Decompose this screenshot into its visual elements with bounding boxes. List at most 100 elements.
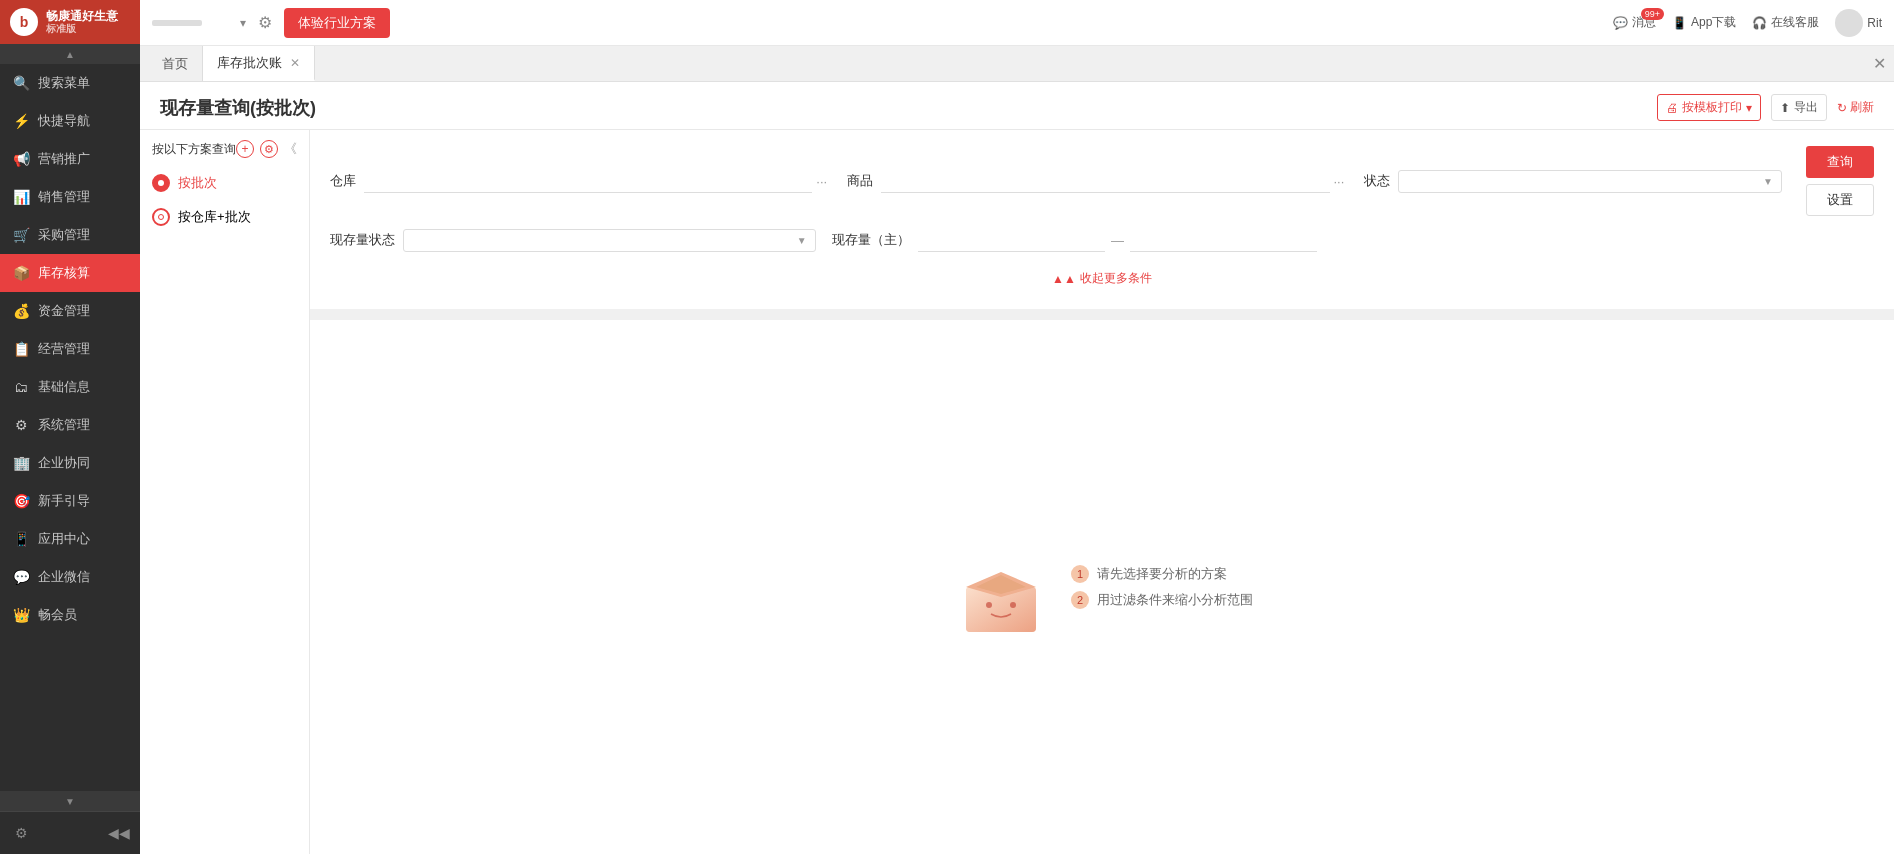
scheme-radio-filled	[152, 174, 170, 192]
tab-close-button[interactable]: ✕	[290, 56, 300, 70]
sidebar-item-label: 基础信息	[38, 378, 90, 396]
collapse-sidebar-button[interactable]: ◀◀	[106, 820, 132, 846]
sidebar-item-operations[interactable]: 📋 经营管理	[0, 330, 140, 368]
tabs-bar: 首页 库存批次账 ✕ ✕	[140, 46, 1894, 82]
sidebar-nav: 🔍 搜索菜单 ⚡ 快捷导航 📢 营销推广 📊 销售管理 🛒 采购管理 📦 库存核…	[0, 64, 140, 791]
export-button[interactable]: ⬆ 导出	[1771, 94, 1827, 121]
left-panel-title: 按以下方案查询	[152, 141, 236, 158]
sidebar-item-label: 新手引导	[38, 492, 90, 510]
sidebar-item-system[interactable]: ⚙ 系统管理	[0, 406, 140, 444]
product-dots-button[interactable]: ···	[1330, 170, 1349, 193]
filter-row-1: 仓库 ··· 商品 ··· 状态 ▼	[330, 146, 1874, 216]
sidebar: b 畅康通好生意 标准版 ▲ 🔍 搜索菜单 ⚡ 快捷导航 📢 营销推广 📊 销售…	[0, 0, 140, 854]
sidebar-item-quick-nav[interactable]: ⚡ 快捷导航	[0, 102, 140, 140]
sidebar-item-label: 营销推广	[38, 150, 90, 168]
trial-industry-button[interactable]: 体验行业方案	[284, 8, 390, 38]
topbar: ▾ ⚙ 体验行业方案 💬 消息 99+ 📱 App下载 🎧 在线客服 Rit	[140, 0, 1894, 46]
stock-qty-range: —	[918, 228, 1318, 252]
left-panel-icons: + ⚙ 《	[236, 140, 297, 158]
finance-icon: 💰	[12, 302, 30, 320]
svg-point-4	[986, 602, 992, 608]
settings-button[interactable]: 设置	[1806, 184, 1874, 216]
stock-status-select[interactable]: ▼	[403, 229, 816, 252]
export-label: 导出	[1794, 99, 1818, 116]
breadcrumb-dropdown[interactable]: ▾	[240, 16, 246, 30]
sidebar-item-wechat[interactable]: 💬 企业微信	[0, 558, 140, 596]
topbar-gear-icon[interactable]: ⚙	[258, 13, 272, 32]
breadcrumb-bar	[152, 20, 202, 26]
scheme-by-batch[interactable]: 按批次	[140, 166, 309, 200]
user-avatar-button[interactable]: Rit	[1835, 9, 1882, 37]
sidebar-item-label: 销售管理	[38, 188, 90, 206]
tab-inventory-batch[interactable]: 库存批次账 ✕	[203, 46, 315, 81]
print-icon: 🖨	[1666, 101, 1678, 115]
warehouse-input[interactable]	[364, 169, 812, 193]
empty-tip-2: 2 用过滤条件来缩小分析范围	[1071, 591, 1253, 609]
tab-home[interactable]: 首页	[148, 46, 203, 81]
sidebar-item-base[interactable]: 🗂 基础信息	[0, 368, 140, 406]
empty-tip-1: 1 请先选择要分析的方案	[1071, 565, 1253, 583]
inventory-icon: 📦	[12, 264, 30, 282]
sidebar-scroll-down[interactable]: ▼	[0, 791, 140, 811]
online-service-label: 在线客服	[1771, 14, 1819, 31]
page-title: 现存量查询(按批次)	[160, 96, 316, 120]
sidebar-item-new-guide[interactable]: 🎯 新手引导	[0, 482, 140, 520]
status-filter-label: 状态	[1364, 172, 1390, 190]
stock-qty-to-input[interactable]	[1130, 228, 1317, 252]
purchase-icon: 🛒	[12, 226, 30, 244]
page-header-actions: 🖨 按模板打印 ▾ ⬆ 导出 ↻ 刷新	[1657, 94, 1874, 121]
template-print-button[interactable]: 🖨 按模板打印 ▾	[1657, 94, 1761, 121]
online-service-button[interactable]: 🎧 在线客服	[1752, 14, 1819, 31]
sidebar-item-purchase[interactable]: 🛒 采购管理	[0, 216, 140, 254]
refresh-button[interactable]: ↻ 刷新	[1837, 99, 1874, 116]
sidebar-item-label: 企业协同	[38, 454, 90, 472]
main-content: 仓库 ··· 商品 ··· 状态 ▼	[310, 130, 1894, 854]
add-scheme-button[interactable]: +	[236, 140, 254, 158]
left-panel: 按以下方案查询 + ⚙ 《 按批次 按仓库+批次	[140, 130, 310, 854]
sidebar-scroll-up[interactable]: ▲	[0, 44, 140, 64]
export-icon: ⬆	[1780, 101, 1790, 115]
app-name: 畅康通好生意	[46, 9, 118, 23]
filter-group-stock-qty: 现存量（主） —	[832, 228, 1318, 252]
sidebar-item-sales[interactable]: 📊 销售管理	[0, 178, 140, 216]
sidebar-item-label: 系统管理	[38, 416, 90, 434]
app-download-button[interactable]: 📱 App下载	[1672, 14, 1736, 31]
scheme-by-warehouse-batch[interactable]: 按仓库+批次	[140, 200, 309, 234]
settings-footer-icon[interactable]: ⚙	[8, 820, 34, 846]
refresh-label: 刷新	[1850, 99, 1874, 116]
tip-text-2: 用过滤条件来缩小分析范围	[1097, 591, 1253, 609]
sidebar-item-label: 快捷导航	[38, 112, 90, 130]
messages-button[interactable]: 💬 消息 99+	[1613, 14, 1656, 31]
query-button[interactable]: 查询	[1806, 146, 1874, 178]
print-dropdown-icon[interactable]: ▾	[1746, 101, 1752, 115]
sidebar-item-search[interactable]: 🔍 搜索菜单	[0, 64, 140, 102]
stock-status-arrow: ▼	[797, 235, 807, 246]
stock-qty-from-input[interactable]	[918, 228, 1105, 252]
warehouse-dots-button[interactable]: ···	[812, 170, 831, 193]
scheme-settings-button[interactable]: ⚙	[260, 140, 278, 158]
close-panel-button[interactable]: ✕	[1873, 54, 1886, 73]
tip-num-1: 1	[1071, 565, 1089, 583]
base-icon: 🗂	[12, 378, 30, 396]
stock-qty-label: 现存量（主）	[832, 231, 910, 249]
product-filter-label: 商品	[847, 172, 873, 190]
sidebar-item-finance[interactable]: 💰 资金管理	[0, 292, 140, 330]
content-divider	[310, 313, 1894, 314]
filter-group-status: 状态 ▼	[1364, 170, 1782, 193]
tip-text-1: 请先选择要分析的方案	[1097, 565, 1227, 583]
collapse-panel-icon[interactable]: 《	[284, 140, 297, 158]
svg-point-5	[1010, 602, 1016, 608]
product-input[interactable]	[881, 169, 1329, 193]
sidebar-item-inventory[interactable]: 📦 库存核算	[0, 254, 140, 292]
sidebar-item-marketing[interactable]: 📢 营销推广	[0, 140, 140, 178]
sidebar-item-member[interactable]: 👑 畅会员	[0, 596, 140, 634]
sidebar-item-app-center[interactable]: 📱 应用中心	[0, 520, 140, 558]
sidebar-item-enterprise[interactable]: 🏢 企业协同	[0, 444, 140, 482]
tip-num-2: 2	[1071, 591, 1089, 609]
empty-tips: 1 请先选择要分析的方案 2 用过滤条件来缩小分析范围	[1071, 565, 1253, 609]
collapse-more-conditions[interactable]: ▲▲ 收起更多条件	[330, 264, 1874, 293]
status-select[interactable]: ▼	[1398, 170, 1782, 193]
wechat-icon: 💬	[12, 568, 30, 586]
sidebar-item-label: 搜索菜单	[38, 74, 90, 92]
filter-action-buttons: 查询 设置	[1806, 146, 1874, 216]
